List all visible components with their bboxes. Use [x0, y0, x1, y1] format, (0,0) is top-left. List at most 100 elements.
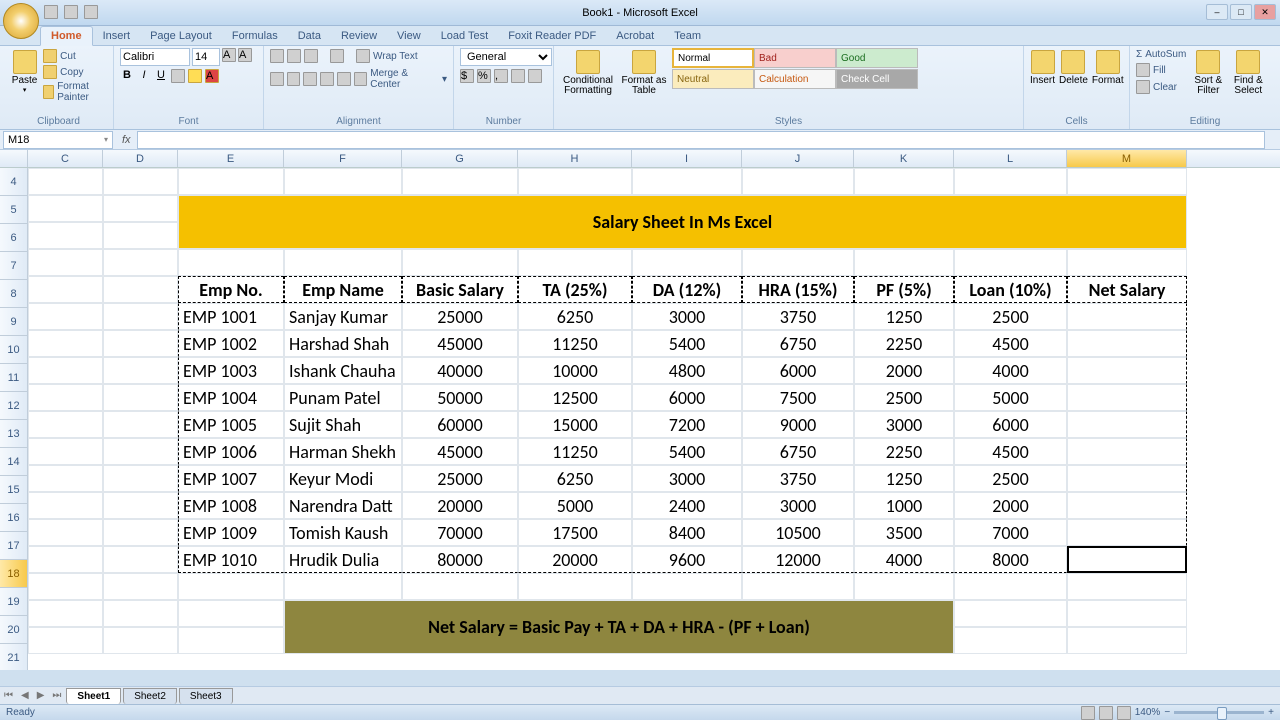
select-all-corner[interactable] [0, 150, 28, 167]
cell[interactable]: 2500 [954, 303, 1067, 330]
cell[interactable] [178, 600, 284, 627]
cell[interactable]: 20000 [402, 492, 518, 519]
cell[interactable]: Harshad Shah [284, 330, 402, 357]
cell[interactable] [954, 168, 1067, 195]
cell[interactable]: 6000 [954, 411, 1067, 438]
zoom-in-button[interactable]: + [1268, 707, 1274, 718]
cell[interactable]: Hrudik Dulia [284, 546, 402, 573]
cell[interactable] [28, 330, 103, 357]
cell[interactable]: 4800 [632, 357, 742, 384]
cell[interactable] [854, 168, 954, 195]
cell[interactable]: 12000 [742, 546, 854, 573]
cell[interactable] [1067, 600, 1187, 627]
cell[interactable]: 3000 [632, 303, 742, 330]
cell[interactable]: Punam Patel [284, 384, 402, 411]
cell[interactable]: Ishank Chauha [284, 357, 402, 384]
cell[interactable] [1067, 519, 1187, 546]
row-header-19[interactable]: 19 [0, 588, 28, 616]
cell[interactable]: 4000 [954, 357, 1067, 384]
cell[interactable] [1067, 627, 1187, 654]
cell[interactable] [1067, 384, 1187, 411]
row-header-11[interactable]: 11 [0, 364, 28, 392]
cell[interactable] [103, 195, 178, 222]
col-header-F[interactable]: F [284, 150, 402, 167]
cell[interactable]: EMP 1004 [178, 384, 284, 411]
cell[interactable]: 4000 [854, 546, 954, 573]
sort-filter-button[interactable]: Sort & Filter [1190, 48, 1226, 96]
row-header-7[interactable]: 7 [0, 252, 28, 280]
cell[interactable]: 70000 [402, 519, 518, 546]
row-header-18[interactable]: 18 [0, 560, 28, 588]
cell[interactable] [1067, 438, 1187, 465]
cell[interactable] [103, 384, 178, 411]
cell[interactable]: 7200 [632, 411, 742, 438]
close-button[interactable]: ✕ [1254, 4, 1276, 20]
header-cell[interactable]: PF (5%) [854, 276, 954, 303]
cell[interactable]: 3000 [632, 465, 742, 492]
cell[interactable]: EMP 1002 [178, 330, 284, 357]
cell[interactable]: 10000 [518, 357, 632, 384]
cell[interactable]: EMP 1001 [178, 303, 284, 330]
cell[interactable] [954, 627, 1067, 654]
tab-nav-next[interactable]: ▶ [33, 690, 49, 701]
tab-data[interactable]: Data [288, 27, 331, 45]
cell[interactable]: 3750 [742, 303, 854, 330]
font-size-select[interactable] [192, 48, 220, 66]
header-cell[interactable]: Emp No. [178, 276, 284, 303]
cell[interactable] [103, 330, 178, 357]
name-box[interactable]: M18▾ [3, 131, 113, 149]
paste-button[interactable]: Paste▾ [10, 48, 39, 96]
cell[interactable] [28, 411, 103, 438]
cell[interactable] [402, 168, 518, 195]
cell[interactable] [854, 573, 954, 600]
cell[interactable] [1067, 492, 1187, 519]
cell[interactable] [28, 276, 103, 303]
font-name-select[interactable] [120, 48, 190, 66]
tab-nav-first[interactable]: ⏮ [0, 690, 17, 701]
header-cell[interactable]: Basic Salary [402, 276, 518, 303]
indent-inc-icon[interactable] [337, 72, 351, 86]
zoom-level[interactable]: 140% [1135, 707, 1161, 718]
zoom-out-button[interactable]: − [1164, 707, 1170, 718]
cell[interactable] [103, 222, 178, 249]
tab-team[interactable]: Team [664, 27, 711, 45]
cell[interactable]: 4500 [954, 330, 1067, 357]
cell[interactable] [103, 627, 178, 654]
fill-color-icon[interactable] [188, 69, 202, 83]
cell[interactable]: 3000 [742, 492, 854, 519]
cell[interactable]: 8000 [954, 546, 1067, 573]
cell[interactable]: 3750 [742, 465, 854, 492]
cell[interactable] [103, 465, 178, 492]
bold-button[interactable]: B [120, 69, 134, 83]
tab-page-layout[interactable]: Page Layout [140, 27, 222, 45]
cell[interactable] [28, 519, 103, 546]
row-header-12[interactable]: 12 [0, 392, 28, 420]
cell[interactable] [518, 573, 632, 600]
cell[interactable] [518, 168, 632, 195]
cell[interactable]: 2250 [854, 330, 954, 357]
cell[interactable] [103, 573, 178, 600]
cell[interactable] [28, 384, 103, 411]
cell[interactable]: 20000 [518, 546, 632, 573]
cell[interactable]: 6750 [742, 330, 854, 357]
header-cell[interactable]: HRA (15%) [742, 276, 854, 303]
cell[interactable]: 45000 [402, 438, 518, 465]
style-bad[interactable]: Bad [754, 48, 836, 68]
row-header-13[interactable]: 13 [0, 420, 28, 448]
cell[interactable] [178, 168, 284, 195]
cell[interactable]: EMP 1010 [178, 546, 284, 573]
cell[interactable]: 12500 [518, 384, 632, 411]
cell[interactable]: 5400 [632, 438, 742, 465]
cell[interactable]: Harman Shekh [284, 438, 402, 465]
worksheet[interactable]: CDEFGHIJKLM 4567891011121314151617181920… [0, 150, 1280, 670]
cell[interactable]: Narendra Datt [284, 492, 402, 519]
cell[interactable] [1067, 465, 1187, 492]
cell[interactable] [1067, 249, 1187, 276]
col-header-I[interactable]: I [632, 150, 742, 167]
cell[interactable] [28, 222, 103, 249]
cell[interactable]: EMP 1007 [178, 465, 284, 492]
cell[interactable]: Keyur Modi [284, 465, 402, 492]
cell[interactable] [1067, 357, 1187, 384]
cell[interactable] [178, 573, 284, 600]
header-cell[interactable]: Loan (10%) [954, 276, 1067, 303]
